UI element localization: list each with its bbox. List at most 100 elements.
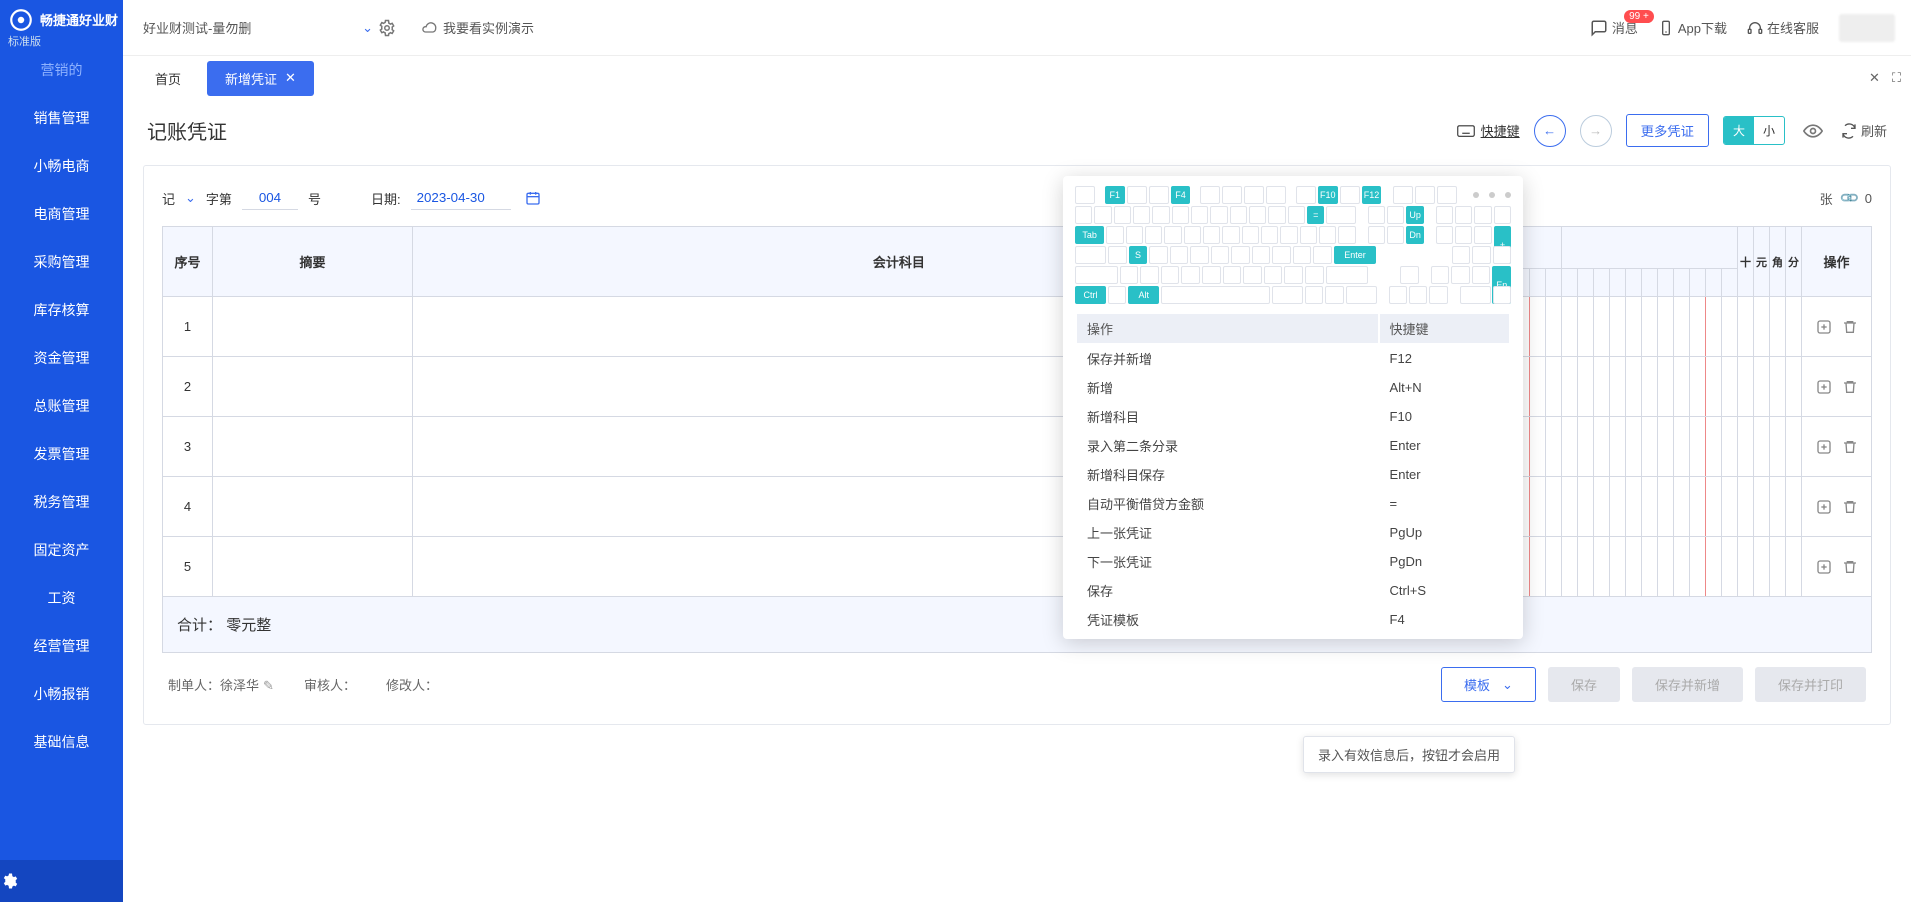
sidebar-item-7[interactable]: 发票管理 [0,430,123,478]
summary-cell[interactable] [213,357,413,417]
total-row: 合计： 零元整 [163,597,1872,653]
summary-cell[interactable] [213,417,413,477]
logo-area: 畅捷通好业财 标准版 [0,0,123,56]
sidebar-item-0[interactable]: 销售管理 [0,94,123,142]
shortcut-row: 保存Ctrl+S [1077,577,1509,604]
next-voucher-button[interactable]: → [1580,115,1612,147]
voucher-number-input[interactable] [242,186,298,210]
sidebar-item-6[interactable]: 总账管理 [0,382,123,430]
delete-row-icon[interactable] [1842,499,1858,515]
refresh-button[interactable]: 刷新 [1841,121,1887,140]
sidebar-item-3[interactable]: 采购管理 [0,238,123,286]
app-download-button[interactable]: App下载 [1658,18,1727,37]
size-toggle: 大 小 [1723,116,1785,145]
tab-new-voucher[interactable]: 新增凭证 ✕ [207,61,314,96]
brand-version: 标准版 [8,33,115,49]
close-all-icon[interactable]: ✕ [1869,70,1880,86]
delete-row-icon[interactable] [1842,559,1858,575]
summary-cell[interactable] [213,477,413,537]
shortcut-row: 新增科目保存Enter [1077,461,1509,488]
chevron-down-icon[interactable]: ⌄ [185,190,196,206]
environment-select[interactable]: 好业财测试-量勿删 ⌄ [143,18,373,37]
save-and-new-button: 保存并新增 [1632,667,1743,702]
add-row-icon[interactable] [1816,379,1832,395]
delete-row-icon[interactable] [1842,379,1858,395]
sidebar-item-9[interactable]: 固定资产 [0,526,123,574]
sidebar-settings-button[interactable] [0,860,123,902]
sidebar-item-10[interactable]: 工资 [0,574,123,622]
col-summary: 摘要 [213,227,413,297]
tabs-row: 首页 新增凭证 ✕ ✕ ⛶ [123,56,1911,100]
headset-icon [1747,20,1763,36]
customer-service-button[interactable]: 在线客服 [1747,18,1819,37]
voucher-table: 序号 摘要 会计科目 十 元 角 分 操作 1 [162,226,1872,653]
sidebar-item-2[interactable]: 电商管理 [0,190,123,238]
sidebar-item-8[interactable]: 税务管理 [0,478,123,526]
shortcut-keys-link[interactable]: 快捷键 [1457,121,1520,140]
refresh-icon [1841,123,1857,139]
sidebar-item-11[interactable]: 经营管理 [0,622,123,670]
calendar-icon[interactable] [525,190,541,206]
brand-logo-icon [8,7,34,33]
table-row: 1 [163,297,1872,357]
shortcut-row: 自动平衡借贷方金额= [1077,490,1509,517]
summary-cell[interactable] [213,297,413,357]
disabled-button-tooltip: 录入有效信息后，按钮才会启用 [1303,736,1515,773]
shortcut-popover: F1F4 F10F12 = Up Tab [1063,176,1523,639]
add-row-icon[interactable] [1816,499,1832,515]
tab-home[interactable]: 首页 [137,61,199,96]
sidebar-item-partial[interactable]: 营销的 [0,56,123,94]
col-credit [1561,227,1737,269]
add-row-icon[interactable] [1816,559,1832,575]
more-vouchers-button[interactable]: 更多凭证 [1626,114,1709,147]
save-button: 保存 [1548,667,1620,702]
sidebar-item-5[interactable]: 资金管理 [0,334,123,382]
voucher-footer: 制单人：徐泽华✎ 审核人： 修改人： 模板⌄ 保存 保存并新增 保存并打印 [162,653,1872,706]
shortcut-row: 凭证模板F4 [1077,606,1509,633]
top-header: 畅捷通好业财 标准版 好业财测试-量勿删 ⌄ 我要看实例演示 消息 99 + A… [0,0,1911,56]
table-row: 3 [163,417,1872,477]
voucher-header-form: 记 ⌄ 字第 号 日期: 张 🔗 0 [162,182,1872,226]
attachment-icon[interactable]: 🔗 [1837,187,1860,210]
template-button[interactable]: 模板⌄ [1441,667,1536,702]
delete-row-icon[interactable] [1842,319,1858,335]
col-ops: 操作 [1802,227,1872,297]
fullscreen-icon[interactable]: ⛶ [1892,70,1901,86]
attachment-count: 0 [1865,191,1872,206]
visibility-icon[interactable] [1799,117,1827,145]
col-index: 序号 [163,227,213,297]
environment-name: 好业财测试-量勿删 [143,18,251,37]
user-avatar[interactable] [1839,14,1895,42]
total-amount-text: 零元整 [226,617,271,634]
voucher-date-input[interactable] [411,186,511,210]
shortcut-row: 录入第二条分录Enter [1077,432,1509,459]
messages-button[interactable]: 消息 99 + [1590,18,1638,37]
sidebar: 营销的 销售管理小畅电商电商管理采购管理库存核算资金管理总账管理发票管理税务管理… [0,56,123,902]
size-small-option[interactable]: 小 [1754,117,1784,144]
modifier-label: 修改人： [386,675,438,694]
sidebar-item-1[interactable]: 小畅电商 [0,142,123,190]
chevron-down-icon: ⌄ [362,20,373,36]
keyboard-icon [1457,124,1475,138]
prev-voucher-button[interactable]: ← [1534,115,1566,147]
summary-cell[interactable] [213,537,413,597]
keyboard-diagram: F1F4 F10F12 = Up Tab [1075,186,1511,304]
shortcut-table: 操作 快捷键 保存并新增F12新增Alt+N新增科目F10录入第二条分录Ente… [1075,312,1511,635]
sidebar-item-12[interactable]: 小畅报销 [0,670,123,718]
add-row-icon[interactable] [1816,319,1832,335]
brand-name: 畅捷通好业财 [40,10,118,29]
table-row: 4 [163,477,1872,537]
close-icon[interactable]: ✕ [285,70,296,86]
add-row-icon[interactable] [1816,439,1832,455]
size-big-option[interactable]: 大 [1724,117,1754,144]
delete-row-icon[interactable] [1842,439,1858,455]
edit-icon[interactable]: ✎ [263,678,274,693]
maker-name: 徐泽华 [220,678,259,693]
sidebar-item-13[interactable]: 基础信息 [0,718,123,766]
table-row: 2 [163,357,1872,417]
settings-gear-icon[interactable] [373,14,401,42]
demo-link[interactable]: 我要看实例演示 [421,18,534,37]
shortcut-row: 新增科目F10 [1077,403,1509,430]
sidebar-item-4[interactable]: 库存核算 [0,286,123,334]
auditor-label: 审核人： [304,675,356,694]
